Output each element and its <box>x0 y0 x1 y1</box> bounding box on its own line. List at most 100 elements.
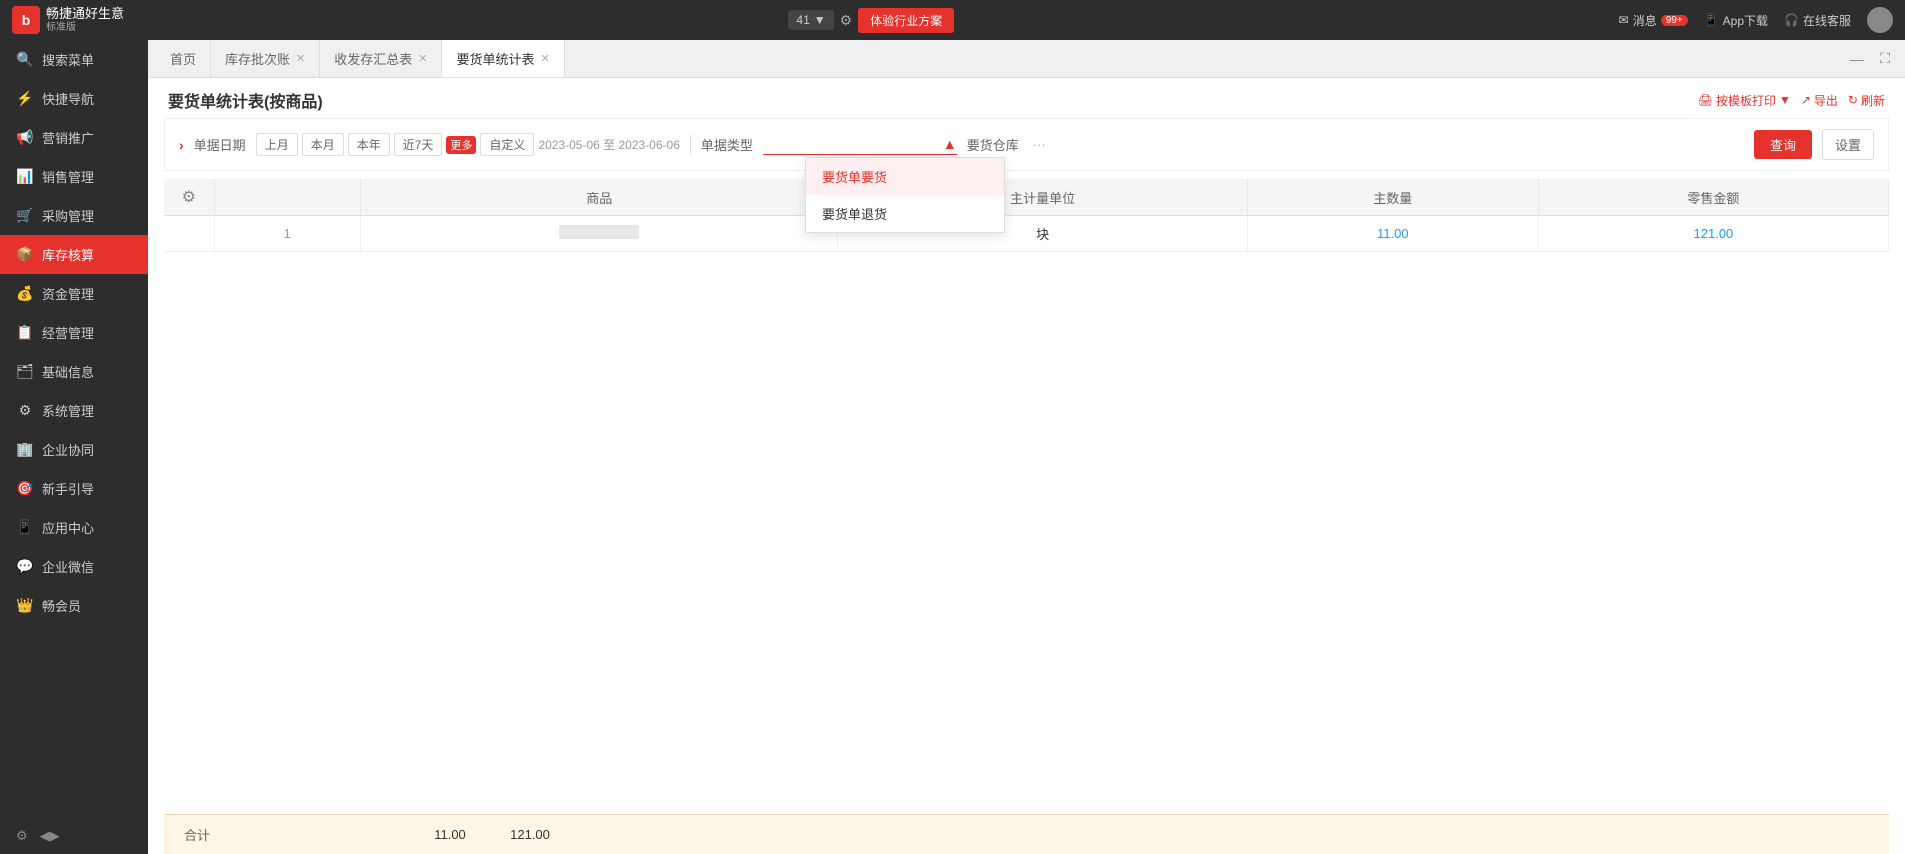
logo-text: 畅捷通好生意 标准版 <box>46 6 124 34</box>
lightning-icon: ⚡ <box>16 90 34 108</box>
sidebar-item-finance[interactable]: 💰 资金管理 <box>0 274 148 313</box>
app-download-action[interactable]: 📱 App下载 <box>1704 12 1768 29</box>
expand-button[interactable]: ⛶ <box>1873 47 1897 71</box>
trial-button[interactable]: 体验行业方案 <box>858 8 954 33</box>
cell-qty[interactable]: 11.00 <box>1247 216 1538 252</box>
type-select-input[interactable] <box>763 135 947 154</box>
header-right: ✉ 消息 99+ 📱 App下载 🎧 在线客服 <box>1619 7 1893 33</box>
sidebar-item-enterprise[interactable]: 🏢 企业协同 <box>0 430 148 469</box>
messages-action[interactable]: ✉ 消息 99+ <box>1619 12 1688 29</box>
col-amount: 零售金额 <box>1538 179 1888 216</box>
table-footer: 合计 11.00 121.00 <box>164 814 1889 854</box>
export-label: 导出 <box>1814 92 1838 109</box>
store-name: 41 <box>796 13 809 27</box>
sidebar-item-label: 营销推广 <box>42 128 94 147</box>
settings-footer-icon[interactable]: ⚙ <box>16 828 28 844</box>
query-button[interactable]: 查询 <box>1754 130 1812 159</box>
chevron-down-icon: ▼ <box>1779 93 1791 107</box>
date-this-month-btn[interactable]: 本月 <box>302 133 344 156</box>
cell-product <box>361 216 838 252</box>
filter-expand-button[interactable]: › <box>179 137 184 153</box>
sidebar-item-sales[interactable]: 📊 销售管理 <box>0 157 148 196</box>
cart-icon: 🛒 <box>16 207 34 225</box>
page-title: 要货单统计表(按商品) <box>168 88 323 112</box>
sidebar-item-wechat[interactable]: 💬 企业微信 <box>0 547 148 586</box>
folder-icon: 🗂 <box>16 363 34 381</box>
close-tab-icon[interactable]: ✕ <box>541 52 550 65</box>
sidebar-item-label: 采购管理 <box>42 206 94 225</box>
gear-icon[interactable]: ⚙ <box>840 12 853 29</box>
sidebar-item-inventory[interactable]: 📦 库存核算 <box>0 235 148 274</box>
phone-icon: 📱 <box>1704 13 1719 27</box>
header-center: 41 ▼ ⚙ 体验行业方案 <box>788 8 954 33</box>
warehouse-label: 要货仓库 <box>967 135 1019 154</box>
date-this-year-btn[interactable]: 本年 <box>348 133 390 156</box>
sidebar-footer: ⚙ ◀▶ <box>0 818 148 854</box>
sidebar: 🔍 搜索菜单 ⚡ 快捷导航 📢 营销推广 📊 销售管理 🛒 采购管理 📦 库存核… <box>0 40 148 854</box>
chevron-down-icon: ▼ <box>814 13 826 27</box>
main-layout: 🔍 搜索菜单 ⚡ 快捷导航 📢 营销推广 📊 销售管理 🛒 采购管理 📦 库存核… <box>0 40 1905 854</box>
sidebar-item-label: 经营管理 <box>42 323 94 342</box>
page-header: 要货单统计表(按商品) 🖨 按模板打印 ▼ ↗ 导出 ↻ 刷新 <box>148 78 1905 118</box>
dropdown-item-tuihuo[interactable]: 要货单退货 <box>806 195 1004 232</box>
sidebar-item-label: 企业协同 <box>42 440 94 459</box>
sidebar-item-system[interactable]: ⚙ 系统管理 <box>0 391 148 430</box>
settings-button[interactable]: 设置 <box>1822 129 1874 160</box>
dropdown-item-yaohuo[interactable]: 要货单要货 <box>806 158 1004 195</box>
settings-col-icon[interactable]: ⚙ <box>182 189 196 206</box>
sidebar-item-search[interactable]: 🔍 搜索菜单 <box>0 40 148 79</box>
table-container: ⚙ 商品 主计量单位 主数量 零售金额 1 <box>164 179 1889 814</box>
tab-home[interactable]: 首页 <box>156 40 211 77</box>
top-header: b 畅捷通好生意 标准版 41 ▼ ⚙ 体验行业方案 ✉ 消息 99+ 📱 Ap… <box>0 0 1905 40</box>
print-template-action[interactable]: 🖨 按模板打印 ▼ <box>1698 92 1791 109</box>
message-icon: ✉ <box>1619 13 1629 27</box>
type-dropdown-arrow[interactable]: ▲ <box>943 136 957 152</box>
refresh-icon: ↻ <box>1848 93 1858 107</box>
app-download-label: App下载 <box>1723 12 1768 29</box>
sidebar-toggle-icon[interactable]: ◀▶ <box>40 828 60 844</box>
tab-bar-actions: — ⛶ <box>1845 47 1897 71</box>
sidebar-item-app-center[interactable]: 📱 应用中心 <box>0 508 148 547</box>
date-prev-month-btn[interactable]: 上月 <box>256 133 298 156</box>
search-icon: 🔍 <box>16 51 34 69</box>
cell-amount[interactable]: 121.00 <box>1538 216 1888 252</box>
avatar[interactable] <box>1867 7 1893 33</box>
tab-label: 要货单统计表 <box>456 49 534 68</box>
sidebar-item-marketing[interactable]: 📢 营销推广 <box>0 118 148 157</box>
warehouse-dots-icon[interactable]: ··· <box>1033 137 1046 152</box>
sidebar-item-basic-info[interactable]: 🗂 基础信息 <box>0 352 148 391</box>
col-settings[interactable]: ⚙ <box>164 179 214 216</box>
tab-order-stats[interactable]: 要货单统计表 ✕ <box>442 40 564 77</box>
wechat-icon: 💬 <box>16 558 34 576</box>
tab-bar: 首页 库存批次账 ✕ 收发存汇总表 ✕ 要货单统计表 ✕ — ⛶ <box>148 40 1905 78</box>
date-7days-btn[interactable]: 近7天 <box>394 133 443 156</box>
refresh-action[interactable]: ↻ 刷新 <box>1848 92 1885 109</box>
export-action[interactable]: ↗ 导出 <box>1801 92 1838 109</box>
crown-icon: 👑 <box>16 597 34 615</box>
messages-badge: 99+ <box>1661 15 1688 26</box>
sidebar-item-label: 资金管理 <box>42 284 94 303</box>
sidebar-item-operations[interactable]: 📋 经营管理 <box>0 313 148 352</box>
date-custom-btn[interactable]: 自定义 <box>480 133 534 156</box>
headset-icon: 🎧 <box>1784 13 1799 27</box>
footer-qty: 11.00 <box>410 827 490 842</box>
export-icon: ↗ <box>1801 93 1811 107</box>
sidebar-item-shortcut[interactable]: ⚡ 快捷导航 <box>0 79 148 118</box>
store-selector[interactable]: 41 ▼ <box>788 10 833 30</box>
sidebar-item-purchase[interactable]: 🛒 采购管理 <box>0 196 148 235</box>
close-tab-icon[interactable]: ✕ <box>296 52 305 65</box>
tab-batch-account[interactable]: 库存批次账 ✕ <box>211 40 320 77</box>
building-icon: 🏢 <box>16 441 34 459</box>
tab-receipt-summary[interactable]: 收发存汇总表 ✕ <box>320 40 442 77</box>
col-qty: 主数量 <box>1247 179 1538 216</box>
minimize-button[interactable]: — <box>1845 47 1869 71</box>
tab-label: 首页 <box>170 49 196 68</box>
date-more-badge[interactable]: 更多 <box>446 136 476 154</box>
sidebar-item-guide[interactable]: 🎯 新手引导 <box>0 469 148 508</box>
close-tab-icon[interactable]: ✕ <box>418 52 427 65</box>
table-row: 1 块 11.00 121.00 <box>164 216 1889 252</box>
tab-label: 收发存汇总表 <box>334 49 412 68</box>
sidebar-item-vip[interactable]: 👑 畅会员 <box>0 586 148 625</box>
online-service-action[interactable]: 🎧 在线客服 <box>1784 12 1851 29</box>
logo-icon: b <box>12 6 40 34</box>
